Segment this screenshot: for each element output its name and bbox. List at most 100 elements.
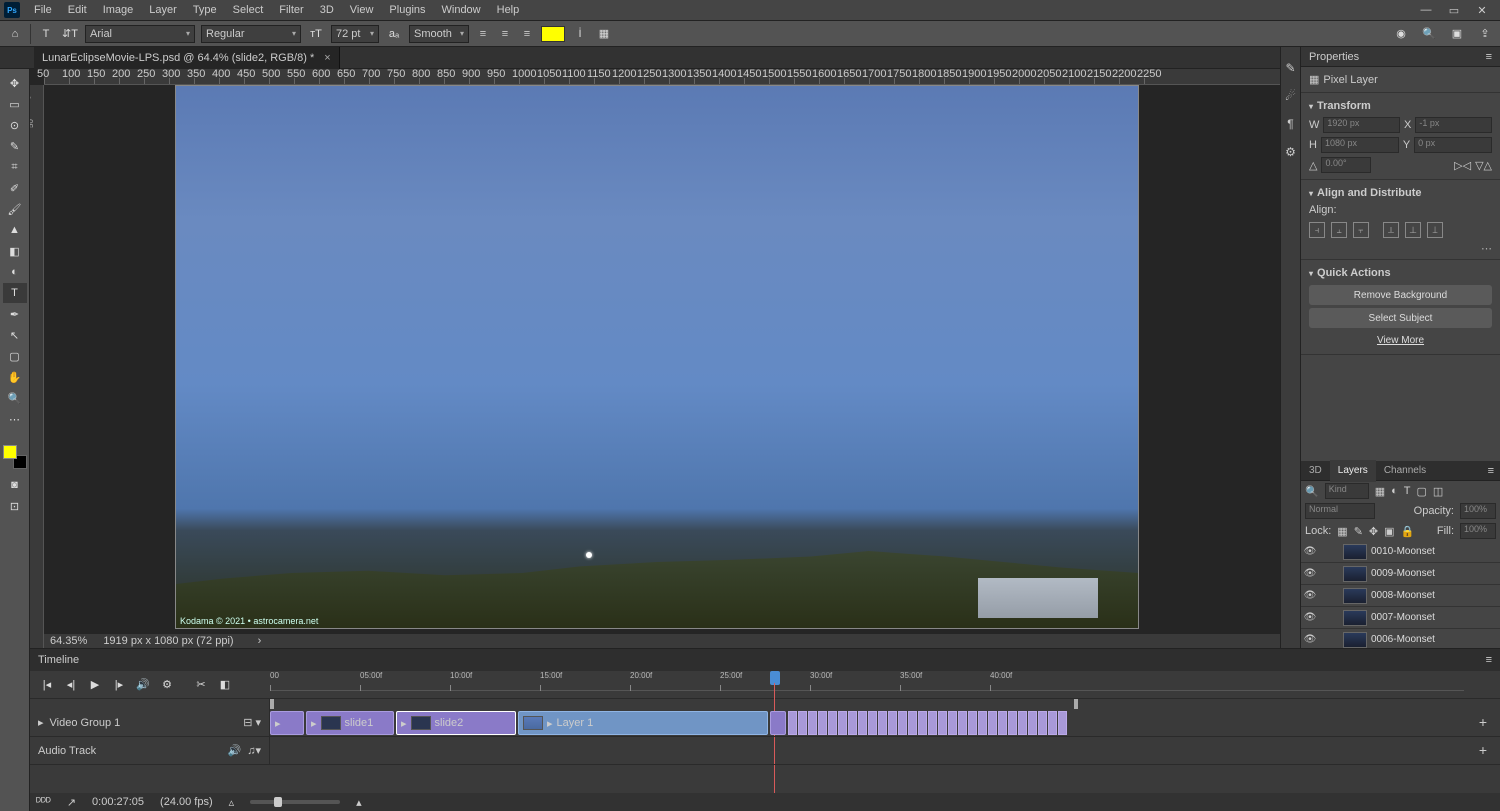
menu-select[interactable]: Select xyxy=(225,2,272,18)
layer-filter-icon[interactable]: 🔍 xyxy=(1305,485,1319,498)
align-top-btn[interactable]: ⟂ xyxy=(1383,222,1399,238)
status-chevron-icon[interactable]: › xyxy=(258,635,262,647)
x-input[interactable]: -1 px xyxy=(1415,117,1492,133)
clip-slide2[interactable]: ▸slide2 xyxy=(396,711,516,735)
lock-all-icon[interactable]: 🔒 xyxy=(1401,525,1415,538)
align-bottom-btn[interactable]: ⟘ xyxy=(1427,222,1443,238)
close-tab-icon[interactable]: × xyxy=(324,52,330,64)
menu-image[interactable]: Image xyxy=(95,2,142,18)
timeline-ruler[interactable]: 0005:00f10:00f15:00f20:00f25:00f30:00f35… xyxy=(270,671,1464,691)
lock-pixels-icon[interactable]: ▦ xyxy=(1337,525,1347,538)
menu-filter[interactable]: Filter xyxy=(271,2,311,18)
font-family-select[interactable]: Arial▾ xyxy=(85,25,195,43)
tab-channels[interactable]: Channels xyxy=(1376,460,1434,482)
convert-icon[interactable]: ↗ xyxy=(67,796,76,809)
clip-intro[interactable]: ▸ xyxy=(270,711,304,735)
marquee-tool[interactable]: ▭ xyxy=(3,94,27,114)
brush-panel-icon[interactable]: ✎ xyxy=(1285,61,1295,75)
timeline-menu-icon[interactable]: ≡ xyxy=(1486,654,1492,666)
visibility-toggle[interactable]: 👁 xyxy=(1303,546,1317,557)
clip-slide1[interactable]: ▸slide1 xyxy=(306,711,394,735)
zoom-level[interactable]: 64.35% xyxy=(50,635,87,647)
eyedropper-tool[interactable]: ✐ xyxy=(3,178,27,198)
lock-position-icon[interactable]: ✎ xyxy=(1354,525,1363,538)
move-tool[interactable]: ✥ xyxy=(3,73,27,93)
render-icon[interactable]: ᴰᴰᴰ xyxy=(36,796,51,808)
share-icon[interactable]: ⇪ xyxy=(1476,25,1494,43)
add-audio-button[interactable]: + xyxy=(1474,741,1492,759)
character-panel-icon[interactable]: ▦ xyxy=(595,25,613,43)
audio-add-icon[interactable]: ♫▾ xyxy=(247,744,261,757)
antialias-select[interactable]: Smooth▾ xyxy=(409,25,469,43)
opacity-input[interactable]: 100% xyxy=(1460,503,1496,519)
adjustments-panel-icon[interactable]: ☄ xyxy=(1285,89,1296,103)
screen-mode-icon[interactable]: ⊡ xyxy=(3,496,27,516)
fill-input[interactable]: 100% xyxy=(1460,523,1496,539)
select-subject-button[interactable]: Select Subject xyxy=(1309,308,1492,328)
angle-input[interactable]: 0.00° xyxy=(1321,157,1371,173)
hand-tool[interactable]: ✋ xyxy=(3,367,27,387)
blend-mode-select[interactable]: Normal xyxy=(1305,503,1375,519)
track-expand-icon[interactable]: ▸ xyxy=(38,716,44,729)
warp-text-icon[interactable]: İ xyxy=(571,25,589,43)
clone-stamp-tool[interactable]: ▲ xyxy=(3,220,27,240)
transition-button[interactable]: ◧ xyxy=(214,674,236,696)
document-tab[interactable]: LunarEclipseMovie-LPS.psd @ 64.4% (slide… xyxy=(34,47,340,69)
path-select-tool[interactable]: ↖ xyxy=(3,325,27,345)
menu-file[interactable]: File xyxy=(26,2,60,18)
mute-button[interactable]: 🔊 xyxy=(132,674,154,696)
go-start-button[interactable]: |◂ xyxy=(36,674,58,696)
next-frame-button[interactable]: |▸ xyxy=(108,674,130,696)
zoom-out-icon[interactable]: ▵ xyxy=(229,796,235,809)
clip-transition[interactable] xyxy=(770,711,786,735)
more-tools-icon[interactable]: ⋯ xyxy=(3,409,27,429)
workspace-icon[interactable]: ▣ xyxy=(1448,25,1466,43)
pen-tool[interactable]: ✒ xyxy=(3,304,27,324)
lasso-tool[interactable]: ⊙ xyxy=(3,115,27,135)
align-right-icon[interactable]: ≡ xyxy=(519,26,535,42)
frame-sequence[interactable] xyxy=(788,711,1067,735)
menu-plugins[interactable]: Plugins xyxy=(381,2,433,18)
filter-smart-icon[interactable]: ◫ xyxy=(1433,485,1443,498)
align-section-header[interactable]: ▾Align and Distribute xyxy=(1309,184,1492,202)
align-left-icon[interactable]: ≡ xyxy=(475,26,491,42)
menu-3d[interactable]: 3D xyxy=(312,2,342,18)
text-color-swatch[interactable] xyxy=(541,26,565,42)
rectangle-tool[interactable]: ▢ xyxy=(3,346,27,366)
filter-pixel-icon[interactable]: ▦ xyxy=(1375,485,1385,498)
zoom-in-icon[interactable]: ▴ xyxy=(356,796,362,809)
add-media-button[interactable]: + xyxy=(1474,713,1492,731)
search-icon[interactable]: 🔍 xyxy=(1420,25,1438,43)
clip-layer1[interactable]: ▸Layer 1 xyxy=(518,711,768,735)
text-orientation-icon[interactable]: ⇵T xyxy=(61,25,79,43)
font-style-select[interactable]: Regular▾ xyxy=(201,25,301,43)
menu-help[interactable]: Help xyxy=(489,2,528,18)
close-button[interactable]: ✕ xyxy=(1468,2,1496,19)
font-size-select[interactable]: 72 pt▾ xyxy=(331,25,379,43)
layer-row[interactable]: 👁0010-Moonset xyxy=(1301,541,1500,563)
document-canvas[interactable]: Kodama © 2021 • astrocamera.net xyxy=(175,85,1139,629)
audio-mute-icon[interactable]: 🔊 xyxy=(228,744,242,757)
layer-row[interactable]: 👁0007-Moonset xyxy=(1301,607,1500,629)
visibility-toggle[interactable]: 👁 xyxy=(1303,568,1317,579)
playhead[interactable] xyxy=(770,671,780,685)
minimize-button[interactable]: — xyxy=(1412,2,1440,19)
width-input[interactable]: 1920 px xyxy=(1323,117,1400,133)
lock-move-icon[interactable]: ✥ xyxy=(1369,525,1378,538)
visibility-toggle[interactable]: 👁 xyxy=(1303,590,1317,601)
fg-bg-swatch[interactable] xyxy=(3,445,27,469)
visibility-toggle[interactable]: 👁 xyxy=(1303,612,1317,623)
align-right-btn[interactable]: ⫟ xyxy=(1353,222,1369,238)
lock-artboard-icon[interactable]: ▣ xyxy=(1384,525,1394,538)
cloud-docs-icon[interactable]: ◉ xyxy=(1392,25,1410,43)
align-vcenter-btn[interactable]: ⊥ xyxy=(1405,222,1421,238)
menu-view[interactable]: View xyxy=(342,2,382,18)
menu-layer[interactable]: Layer xyxy=(141,2,185,18)
swatches-panel-icon[interactable]: ⚙ xyxy=(1285,145,1296,159)
align-left-btn[interactable]: ⫞ xyxy=(1309,222,1325,238)
tab-3d[interactable]: 3D xyxy=(1301,460,1330,482)
work-area-start[interactable] xyxy=(270,699,274,709)
layer-filter-select[interactable]: Kind xyxy=(1325,483,1369,499)
maximize-button[interactable]: ▭ xyxy=(1440,2,1468,19)
timeline-settings-icon[interactable]: ⚙ xyxy=(156,674,178,696)
